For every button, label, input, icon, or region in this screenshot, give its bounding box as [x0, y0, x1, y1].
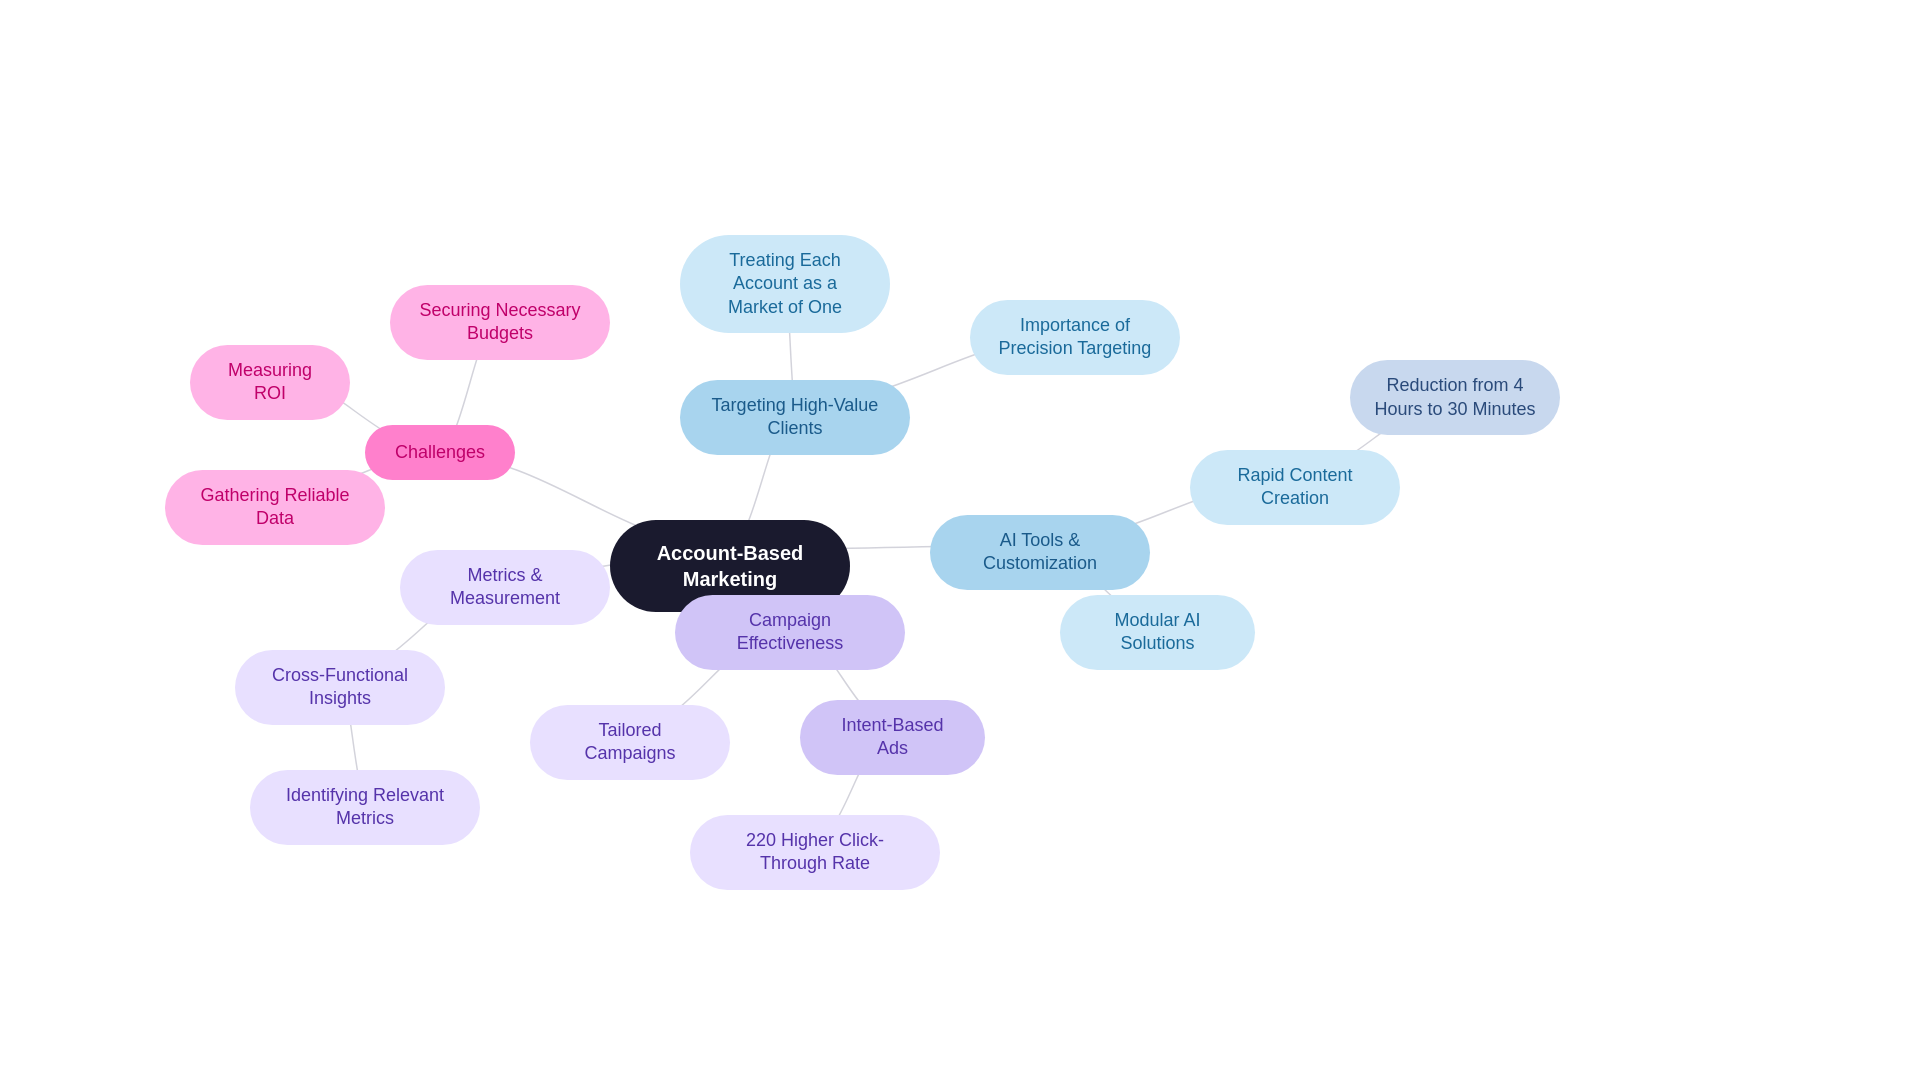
node-reduction: Reduction from 4 Hours to 30 Minutes [1350, 360, 1560, 435]
node-tailored_campaigns: Tailored Campaigns [530, 705, 730, 780]
node-rapid_content: Rapid Content Creation [1190, 450, 1400, 525]
node-metrics_measurement: Metrics & Measurement [400, 550, 610, 625]
node-intent_based_ads: Intent-Based Ads [800, 700, 985, 775]
node-modular_ai: Modular AI Solutions [1060, 595, 1255, 670]
node-importance_precision: Importance of Precision Targeting [970, 300, 1180, 375]
node-treating_account: Treating Each Account as a Market of One [680, 235, 890, 333]
node-challenges: Challenges [365, 425, 515, 480]
node-higher_ctr: 220 Higher Click-Through Rate [690, 815, 940, 890]
mindmap-container: Account-Based MarketingChallengesSecurin… [0, 0, 1920, 1083]
node-ai_tools: AI Tools & Customization [930, 515, 1150, 590]
node-gathering_data: Gathering Reliable Data [165, 470, 385, 545]
node-campaign_effectiveness: Campaign Effectiveness [675, 595, 905, 670]
node-targeting_clients: Targeting High-Value Clients [680, 380, 910, 455]
node-cross_functional: Cross-Functional Insights [235, 650, 445, 725]
node-identifying_metrics: Identifying Relevant Metrics [250, 770, 480, 845]
node-securing_budgets: Securing Necessary Budgets [390, 285, 610, 360]
node-measuring_roi: Measuring ROI [190, 345, 350, 420]
